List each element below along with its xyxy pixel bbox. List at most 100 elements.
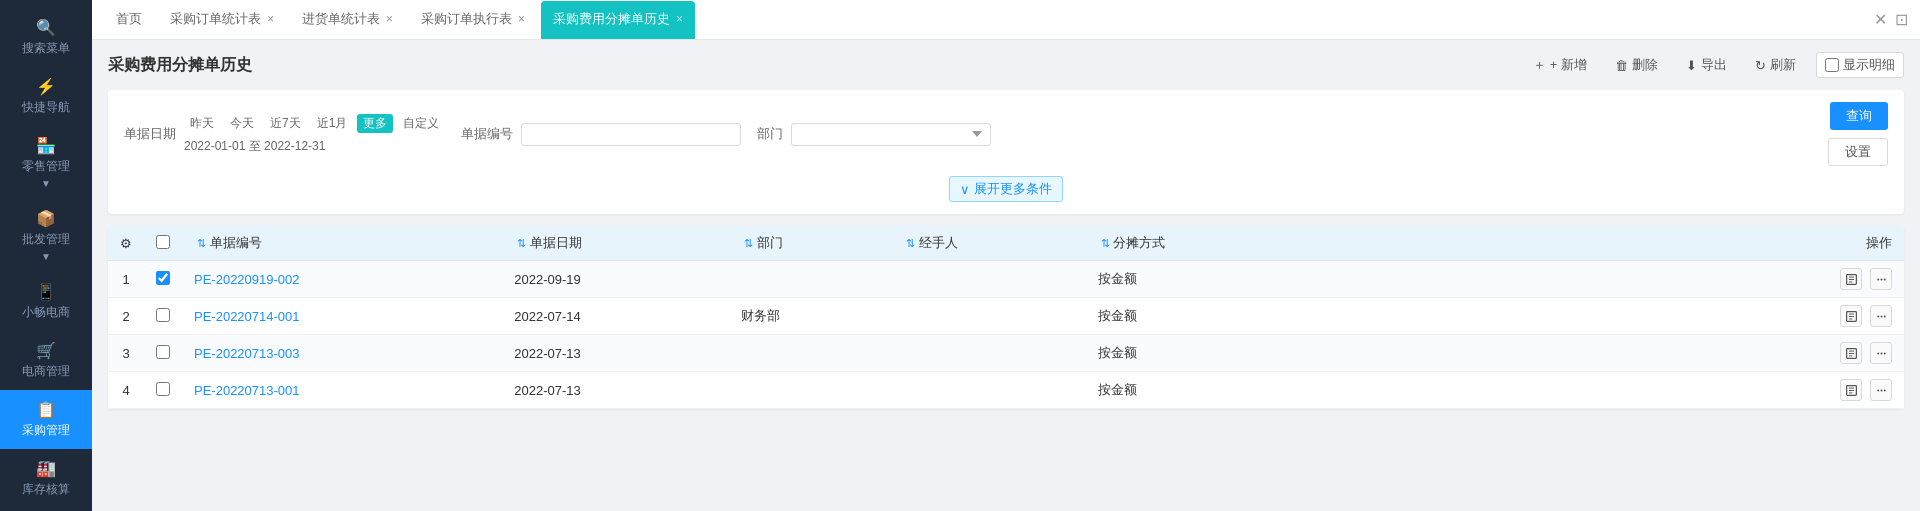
dept-select[interactable]: 财务部	[791, 123, 991, 146]
row-checkbox-1[interactable]	[156, 308, 170, 322]
show-cols-checkbox[interactable]	[1825, 58, 1839, 72]
row-dept-2	[729, 335, 891, 372]
expand-tabs-icon[interactable]: ⊡	[1895, 10, 1908, 29]
filter-settings-button[interactable]: 设置	[1828, 138, 1888, 166]
sidebar-item-quicknav[interactable]: ⚡ 快捷导航	[0, 67, 92, 126]
tab-purchase-fee-history[interactable]: 采购费用分摊单历史 ×	[541, 1, 695, 39]
sidebar-item-label: 电商管理	[22, 363, 70, 380]
svg-point-11	[1877, 315, 1879, 317]
order-no-link-2[interactable]: PE-20220713-003	[194, 346, 300, 361]
th-handler: ⇅ 经手人	[891, 226, 1085, 261]
tab-close-purchase-fee-history[interactable]: ×	[676, 12, 683, 26]
row-checkbox-2[interactable]	[156, 345, 170, 359]
dept-filter-item: 部门 财务部	[757, 123, 991, 146]
row-checkbox-cell	[144, 298, 182, 335]
tab-purchase-order-stats[interactable]: 采购订单统计表 ×	[158, 1, 286, 39]
shortcut-yesterday[interactable]: 昨天	[184, 114, 220, 133]
th-date: ⇅ 单据日期	[502, 226, 729, 261]
row-handler-0	[891, 261, 1085, 298]
row-gear-cell: 3	[108, 335, 144, 372]
tab-inbound-stats[interactable]: 进货单统计表 ×	[290, 1, 405, 39]
tab-close-purchase-exec[interactable]: ×	[518, 12, 525, 26]
row-checkbox-cell	[144, 335, 182, 372]
shortcut-more[interactable]: 更多	[357, 114, 393, 133]
tab-close-inbound-stats[interactable]: ×	[386, 12, 393, 26]
date-range-display: 2022-01-01 至 2022-12-31	[184, 138, 445, 155]
shortcut-1month[interactable]: 近1月	[311, 114, 354, 133]
table-row: 1 PE-20220919-002 2022-09-19 按金额	[108, 261, 1904, 298]
search-icon: 🔍	[36, 18, 56, 37]
sidebar-item-wholesale[interactable]: 📦 批发管理 ▼	[0, 199, 92, 272]
add-button[interactable]: ＋ + 新增	[1525, 52, 1595, 78]
sidebar-item-label: 库存核算	[22, 481, 70, 498]
tab-bar-actions: ✕ ⊡	[1874, 10, 1908, 29]
sidebar-item-ecommerce[interactable]: 🛒 电商管理	[0, 331, 92, 390]
svg-point-6	[1883, 278, 1885, 280]
chevron-down-icon: ▼	[41, 178, 51, 189]
wholesale-icon: 📦	[36, 209, 56, 228]
sidebar-item-search[interactable]: 🔍 搜索菜单	[0, 8, 92, 67]
more-op-icon-0[interactable]	[1870, 268, 1892, 290]
th-dept: ⇅ 部门	[729, 226, 891, 261]
refresh-button[interactable]: ↻ 刷新	[1747, 52, 1804, 78]
delete-label: 删除	[1632, 56, 1658, 74]
more-op-icon-1[interactable]	[1870, 305, 1892, 327]
tab-bar: 首页 采购订单统计表 × 进货单统计表 × 采购订单执行表 × 采购费用分摊单历…	[92, 0, 1920, 40]
th-order-no: ⇅ 单据编号	[182, 226, 502, 261]
header-actions: ＋ + 新增 🗑 删除 ⬇ 导出 ↻ 刷新 显示明细	[1525, 52, 1904, 78]
sidebar-item-label: 零售管理	[22, 158, 70, 175]
view-op-icon-3[interactable]	[1840, 379, 1862, 401]
order-no-link-1[interactable]: PE-20220714-001	[194, 309, 300, 324]
delete-button[interactable]: 🗑 删除	[1607, 52, 1666, 78]
th-handler-label: 经手人	[919, 235, 958, 250]
th-ops-label: 操作	[1866, 235, 1892, 250]
sidebar-item-miniapp[interactable]: 📱 小畅电商	[0, 272, 92, 331]
close-all-tabs-icon[interactable]: ✕	[1874, 10, 1887, 29]
show-cols-button[interactable]: 显示明细	[1816, 52, 1904, 78]
th-dept-sort-icon: ⇅	[744, 237, 753, 249]
order-no-input[interactable]	[521, 123, 741, 146]
row-gear-cell: 2	[108, 298, 144, 335]
view-op-icon-1[interactable]	[1840, 305, 1862, 327]
view-op-icon-0[interactable]	[1840, 268, 1862, 290]
tab-close-purchase-order-stats[interactable]: ×	[267, 12, 274, 26]
row-dept-1: 财务部	[729, 298, 891, 335]
th-date-label: 单据日期	[530, 235, 582, 250]
tab-home[interactable]: 首页	[104, 1, 154, 39]
page-header: 采购费用分摊单历史 ＋ + 新增 🗑 删除 ⬇ 导出 ↻ 刷新	[108, 52, 1904, 78]
row-handler-2	[891, 335, 1085, 372]
row-split-method-0: 按金额	[1086, 261, 1804, 298]
sidebar-item-retail[interactable]: 🏪 零售管理 ▼	[0, 126, 92, 199]
expand-conditions-button[interactable]: ∨ 展开更多条件	[949, 176, 1063, 202]
row-checkbox-0[interactable]	[156, 271, 170, 285]
row-date-0: 2022-09-19	[502, 261, 729, 298]
tab-purchase-exec[interactable]: 采购订单执行表 ×	[409, 1, 537, 39]
more-op-icon-2[interactable]	[1870, 342, 1892, 364]
more-op-icon-3[interactable]	[1870, 379, 1892, 401]
order-no-link-3[interactable]: PE-20220713-001	[194, 383, 300, 398]
add-label: + 新增	[1550, 56, 1587, 74]
export-button[interactable]: ⬇ 导出	[1678, 52, 1735, 78]
th-handler-sort-icon: ⇅	[906, 237, 915, 249]
row-gear-cell: 4	[108, 372, 144, 409]
row-ops-3	[1804, 372, 1904, 409]
gear-icon[interactable]: ⚙	[120, 236, 132, 251]
sidebar-item-label: 小畅电商	[22, 304, 70, 321]
sidebar-item-inventory[interactable]: 🏭 库存核算	[0, 449, 92, 508]
svg-point-13	[1883, 315, 1885, 317]
shortcut-7days[interactable]: 近7天	[264, 114, 307, 133]
view-op-icon-2[interactable]	[1840, 342, 1862, 364]
row-split-method-2: 按金额	[1086, 335, 1804, 372]
main-content: 首页 采购订单统计表 × 进货单统计表 × 采购订单执行表 × 采购费用分摊单历…	[92, 0, 1920, 511]
sidebar-item-purchase[interactable]: 📋 采购管理	[0, 390, 92, 449]
tab-purchase-fee-history-label: 采购费用分摊单历史	[553, 10, 670, 28]
shortcut-today[interactable]: 今天	[224, 114, 260, 133]
select-all-checkbox[interactable]	[156, 235, 170, 249]
page-container: 采购费用分摊单历史 ＋ + 新增 🗑 删除 ⬇ 导出 ↻ 刷新	[92, 40, 1920, 511]
row-checkbox-3[interactable]	[156, 382, 170, 396]
search-button[interactable]: 查询	[1830, 102, 1888, 130]
chevron-down-icon: ▼	[41, 251, 51, 262]
order-no-link-0[interactable]: PE-20220919-002	[194, 272, 300, 287]
filter-actions: 查询 设置	[1828, 102, 1888, 166]
shortcut-custom[interactable]: 自定义	[397, 114, 445, 133]
